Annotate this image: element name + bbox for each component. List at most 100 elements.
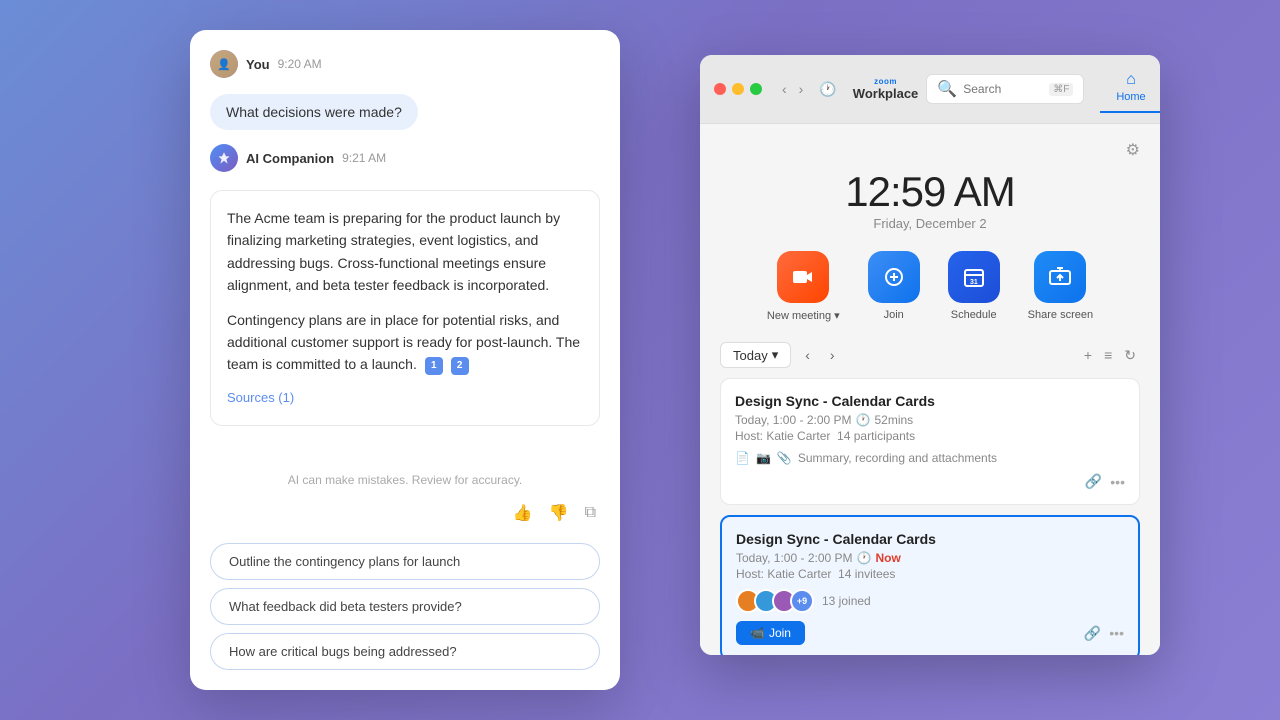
home-icon: ⌂ xyxy=(1126,71,1136,89)
meeting-2-actions: 📹 Join 🔗 ••• xyxy=(736,621,1124,645)
cal-actions: + ≡ ↻ xyxy=(1080,345,1140,366)
back-button[interactable]: ‹ xyxy=(778,79,791,99)
joined-count: 13 joined xyxy=(822,594,871,608)
zoom-nav-tabs: ⌂ Home ▦ Meetings ✉ Mail xyxy=(1100,65,1160,113)
more-options-button-2[interactable]: ••• xyxy=(1109,625,1124,642)
meeting-2-icon-actions: 🔗 ••• xyxy=(1084,625,1124,642)
meeting-1-host: Host: Katie Carter 14 participants xyxy=(735,429,1125,443)
new-meeting-icon-btn[interactable] xyxy=(777,251,829,303)
join-action[interactable]: Join xyxy=(868,251,920,322)
history-button[interactable]: 🕐 xyxy=(815,79,840,100)
suggestion-pill-0[interactable]: Outline the contingency plans for launch xyxy=(210,543,600,580)
suggestion-pills: Outline the contingency plans for launch… xyxy=(190,535,620,690)
join-label: Join xyxy=(884,309,904,321)
user-bubble: What decisions were made? xyxy=(210,94,418,130)
meeting-2-time: Today, 1:00 - 2:00 PM 🕐 Now xyxy=(736,551,1124,565)
ai-message-row: AI Companion 9:21 AM The Acme team is pr… xyxy=(210,144,600,426)
meeting-1-title: Design Sync - Calendar Cards xyxy=(735,393,1125,409)
share-screen-action[interactable]: Share screen xyxy=(1028,251,1093,322)
clock-icon: 🕐 xyxy=(856,413,871,427)
zoom-content: ⚙ 12:59 AM Friday, December 2 New meetin… xyxy=(700,124,1160,655)
today-label: Today xyxy=(733,348,768,363)
close-button[interactable] xyxy=(714,83,726,95)
ai-disclaimer: AI can make mistakes. Review for accurac… xyxy=(190,465,620,495)
more-options-button[interactable]: ••• xyxy=(1110,473,1125,490)
citation-2[interactable]: 2 xyxy=(451,357,469,375)
join-meeting-button[interactable]: 📹 Join xyxy=(736,621,805,645)
search-input[interactable] xyxy=(963,82,1043,96)
zoom-titlebar: ‹ › 🕐 zoom Workplace 🔍 ⌘F ⌂ Home ▦ Meeti… xyxy=(700,55,1160,124)
sources-row[interactable]: Sources (1) xyxy=(227,388,583,409)
link-icon-button-2[interactable]: 🔗 xyxy=(1084,625,1101,642)
tab-home-label: Home xyxy=(1116,91,1145,103)
share-screen-label: Share screen xyxy=(1028,309,1093,321)
ai-companion-icon xyxy=(210,144,238,172)
user-message-row: 👤 You 9:20 AM What decisions were made? xyxy=(210,50,600,130)
search-bar[interactable]: 🔍 ⌘F xyxy=(926,74,1084,104)
chat-panel: 👤 You 9:20 AM What decisions were made? … xyxy=(190,30,620,690)
join-icon-btn[interactable] xyxy=(868,251,920,303)
cal-prev-button[interactable]: ‹ xyxy=(799,345,816,365)
maximize-button[interactable] xyxy=(750,83,762,95)
settings-gear-icon[interactable]: ⚙ xyxy=(1126,140,1140,160)
zoom-workplace-label: Workplace xyxy=(853,86,919,101)
cal-add-button[interactable]: + xyxy=(1080,345,1096,366)
share-screen-icon-btn[interactable] xyxy=(1034,251,1086,303)
chat-messages: 👤 You 9:20 AM What decisions were made? … xyxy=(190,30,620,465)
meeting-1-meta: 📄 📷 📎 Summary, recording and attachments xyxy=(735,451,1125,465)
suggestion-pill-1[interactable]: What feedback did beta testers provide? xyxy=(210,588,600,625)
copy-button[interactable]: ⧉ xyxy=(581,500,600,526)
camera-icon: 📷 xyxy=(756,451,771,465)
meeting-1-actions: 🔗 ••• xyxy=(735,473,1125,490)
meeting-2-avatars: +9 13 joined xyxy=(736,589,1124,613)
attach-icon: 📎 xyxy=(777,451,792,465)
clock-time: 12:59 AM xyxy=(720,168,1140,216)
thumbs-down-button[interactable]: 👎 xyxy=(545,499,573,527)
ai-timestamp: 9:21 AM xyxy=(342,151,386,165)
doc-icon: 📄 xyxy=(735,451,750,465)
clock-section: 12:59 AM Friday, December 2 xyxy=(720,168,1140,231)
meeting-2-title: Design Sync - Calendar Cards xyxy=(736,531,1124,547)
new-meeting-label: New meeting ▾ xyxy=(767,309,840,322)
tab-home[interactable]: ⌂ Home xyxy=(1100,65,1160,113)
search-shortcut: ⌘F xyxy=(1049,83,1073,96)
settings-icon-row: ⚙ xyxy=(720,140,1140,160)
video-icon: 📹 xyxy=(750,626,765,640)
thumbs-up-button[interactable]: 👍 xyxy=(509,499,537,527)
cal-filter-button[interactable]: ≡ xyxy=(1100,345,1116,366)
cal-next-button[interactable]: › xyxy=(824,345,841,365)
avatar-more: +9 xyxy=(790,589,814,613)
meeting-1-time: Today, 1:00 - 2:00 PM 🕐 52mins xyxy=(735,413,1125,427)
traffic-lights xyxy=(714,83,762,95)
user-name: You xyxy=(246,57,270,72)
citation-1[interactable]: 1 xyxy=(425,357,443,375)
ai-message-box: The Acme team is preparing for the produ… xyxy=(210,190,600,426)
minimize-button[interactable] xyxy=(732,83,744,95)
schedule-action[interactable]: 31 Schedule xyxy=(948,251,1000,322)
schedule-icon-btn[interactable]: 31 xyxy=(948,251,1000,303)
action-bar: 👍 👎 ⧉ xyxy=(190,495,620,535)
schedule-label: Schedule xyxy=(951,309,997,321)
clock-date: Friday, December 2 xyxy=(720,216,1140,231)
now-badge: Now xyxy=(875,551,900,565)
ai-header: AI Companion 9:21 AM xyxy=(210,144,386,172)
avatar: 👤 xyxy=(210,50,238,78)
cal-refresh-button[interactable]: ↻ xyxy=(1120,345,1140,366)
calendar-header: Today ▾ ‹ › + ≡ ↻ xyxy=(720,342,1140,368)
chevron-down-icon: ▾ xyxy=(772,347,779,363)
meeting-card-2: Design Sync - Calendar Cards Today, 1:00… xyxy=(720,515,1140,655)
search-icon: 🔍 xyxy=(937,79,957,99)
user-timestamp: 9:20 AM xyxy=(278,57,322,71)
forward-button[interactable]: › xyxy=(795,79,808,99)
ai-paragraph-1: The Acme team is preparing for the produ… xyxy=(227,207,583,297)
zoom-logo-text: zoom xyxy=(874,78,897,86)
meeting-1-icon-actions: 🔗 ••• xyxy=(1085,473,1125,490)
clock-icon-2: 🕐 xyxy=(857,551,872,565)
zoom-logo-area: zoom Workplace xyxy=(853,78,919,101)
suggestion-pill-2[interactable]: How are critical bugs being addressed? xyxy=(210,633,600,670)
new-meeting-action[interactable]: New meeting ▾ xyxy=(767,251,840,322)
meeting-2-host: Host: Katie Carter 14 invitees xyxy=(736,567,1124,581)
link-icon-button[interactable]: 🔗 xyxy=(1085,473,1102,490)
meeting-card-1: Design Sync - Calendar Cards Today, 1:00… xyxy=(720,378,1140,505)
today-badge[interactable]: Today ▾ xyxy=(720,342,791,368)
